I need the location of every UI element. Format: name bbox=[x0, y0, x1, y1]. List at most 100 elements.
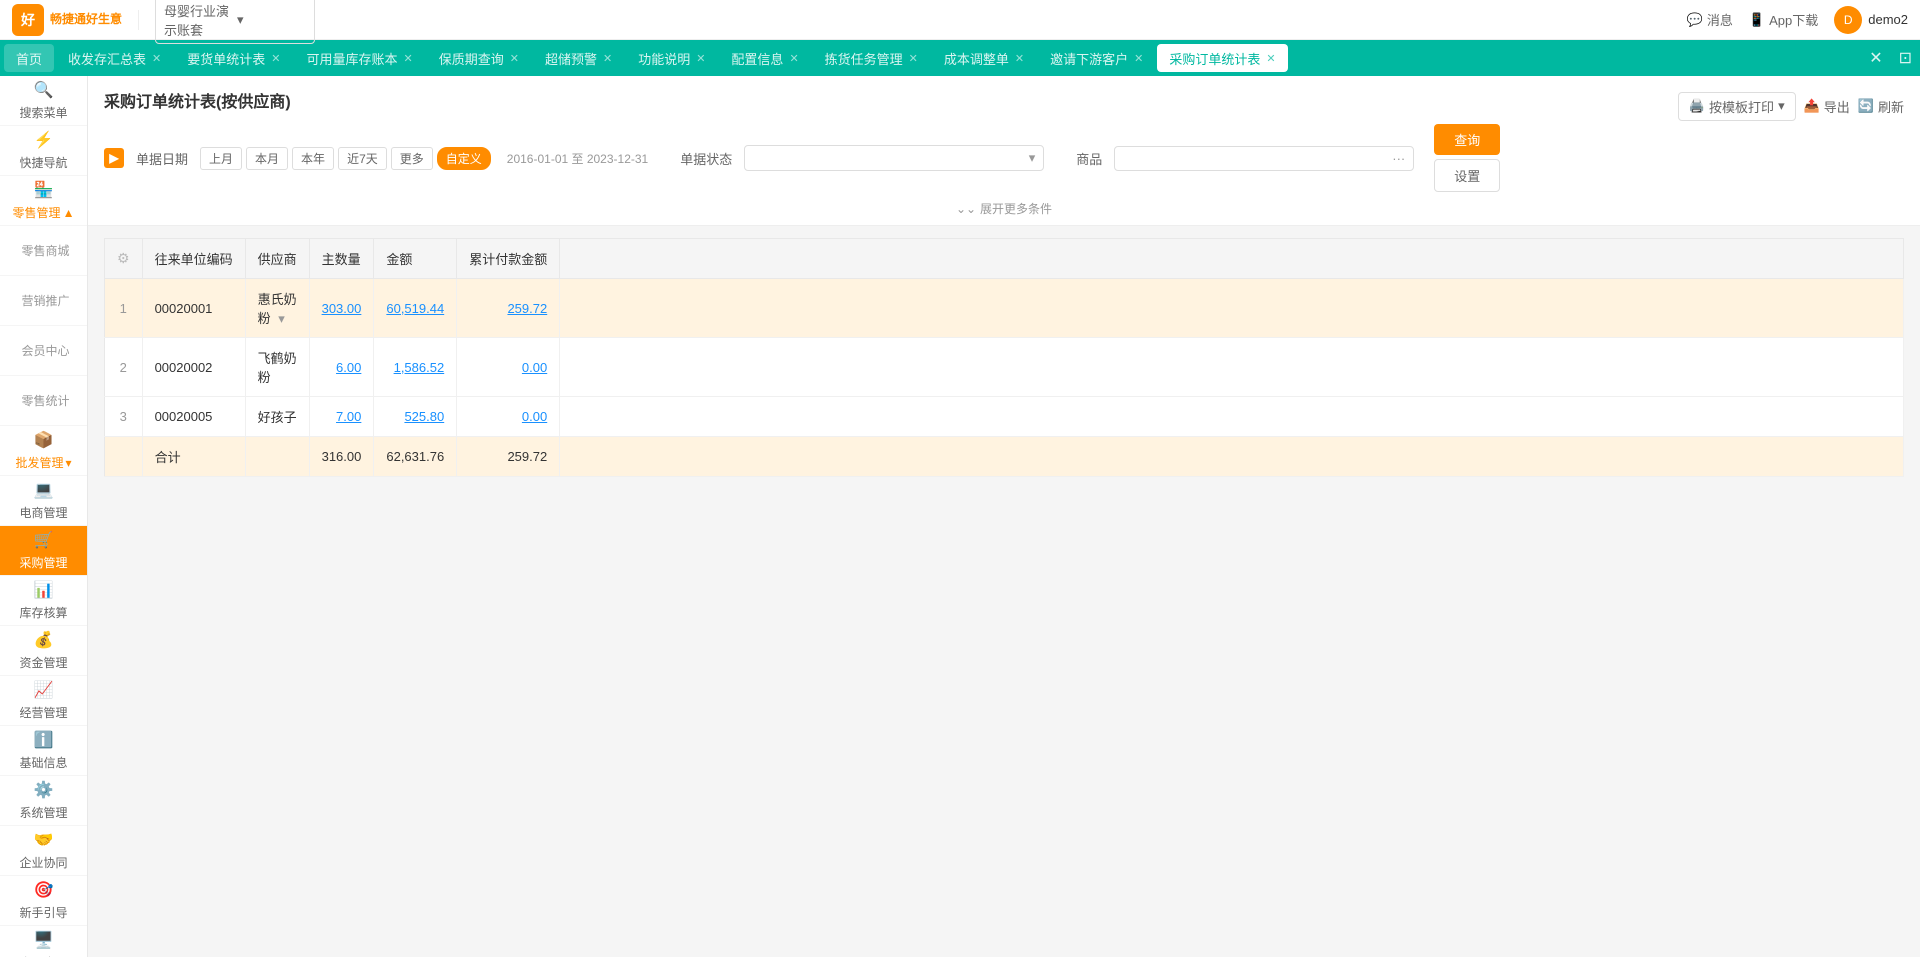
row-quantity[interactable]: 6.00 bbox=[309, 338, 374, 397]
row-quantity[interactable]: 303.00 bbox=[309, 279, 374, 338]
export-button[interactable]: 📤 导出 bbox=[1804, 97, 1850, 116]
app-download-label: App下载 bbox=[1769, 10, 1818, 29]
tab-6[interactable]: 功能说明 ✕ bbox=[626, 44, 717, 72]
tab-4[interactable]: 保质期查询 ✕ bbox=[427, 44, 531, 72]
sidebar-item-system[interactable]: ⚙️ 系统管理 bbox=[0, 776, 87, 826]
expand-more-btn[interactable]: ⌄⌄ 展开更多条件 bbox=[956, 200, 1052, 217]
row-amount[interactable]: 60,519.44 bbox=[374, 279, 457, 338]
tab-10-label: 邀请下游客户 bbox=[1050, 49, 1128, 68]
sidebar-item-retail-label: 零售管理 bbox=[13, 204, 61, 221]
sidebar-item-inventory[interactable]: 📊 库存核算 bbox=[0, 576, 87, 626]
inventory-icon: 📊 bbox=[34, 580, 54, 600]
tab-10[interactable]: 邀请下游客户 ✕ bbox=[1038, 44, 1155, 72]
date-btn-7days[interactable]: 近7天 bbox=[338, 147, 387, 170]
row-index: 3 bbox=[105, 397, 143, 437]
sidebar-item-finance[interactable]: 💰 资金管理 bbox=[0, 626, 87, 676]
date-btn-last-month[interactable]: 上月 bbox=[200, 147, 242, 170]
tab-1[interactable]: 收发存汇总表 ✕ bbox=[56, 44, 173, 72]
sidebar-item-app-center[interactable]: 🖥️ 应用中心 bbox=[0, 926, 87, 957]
sidebar-item-collab[interactable]: 🤝 企业协同 bbox=[0, 826, 87, 876]
row-paid[interactable]: 0.00 bbox=[457, 338, 560, 397]
tab-active-close[interactable]: ✕ bbox=[1266, 52, 1275, 65]
row-amount[interactable]: 1,586.52 bbox=[374, 338, 457, 397]
sidebar-item-marketing[interactable]: 营销推广 bbox=[0, 276, 87, 326]
status-select[interactable]: ▾ bbox=[744, 145, 1044, 171]
tab-2-close[interactable]: ✕ bbox=[271, 52, 280, 65]
row-amount[interactable]: 525.80 bbox=[374, 397, 457, 437]
row-index: 1 bbox=[105, 279, 143, 338]
print-icon: 🖨️ bbox=[1689, 98, 1705, 114]
finance-icon: 💰 bbox=[34, 630, 54, 650]
print-button[interactable]: 🖨️ 按模板打印 ▾ bbox=[1678, 92, 1796, 121]
tab-home[interactable]: 首页 bbox=[4, 44, 54, 72]
sidebar-item-member[interactable]: 会员中心 bbox=[0, 326, 87, 376]
sidebar-item-shortcut[interactable]: ⚡ 快捷导航 bbox=[0, 126, 87, 176]
sidebar-item-retail-stats[interactable]: 零售统计 bbox=[0, 376, 87, 426]
sidebar-item-search[interactable]: 🔍 搜索菜单 bbox=[0, 76, 87, 126]
row-code: 00020002 bbox=[142, 338, 245, 397]
download-icon: 📱 bbox=[1749, 12, 1765, 28]
status-dropdown-icon: ▾ bbox=[1029, 150, 1036, 166]
shortcut-icon: ⚡ bbox=[34, 130, 54, 150]
row-code: 00020005 bbox=[142, 397, 245, 437]
basic-info-icon: ℹ️ bbox=[34, 730, 54, 750]
user-area[interactable]: D demo2 bbox=[1834, 6, 1908, 34]
nav-close-btn[interactable]: ✕ bbox=[1865, 44, 1886, 72]
date-btn-this-month[interactable]: 本月 bbox=[246, 147, 288, 170]
sidebar-item-retail-mgmt[interactable]: 🏪 零售管理 ▲ bbox=[0, 176, 87, 226]
sidebar-item-collab-label: 企业协同 bbox=[19, 854, 67, 871]
user-avatar: D bbox=[1834, 6, 1862, 34]
row-paid[interactable]: 259.72 bbox=[457, 279, 560, 338]
expand-toggle-btn[interactable]: ▶ bbox=[104, 148, 124, 168]
nav-expand-btn[interactable]: ⊡ bbox=[1895, 44, 1916, 72]
message-action[interactable]: 💬 消息 bbox=[1687, 10, 1733, 29]
sidebar-item-wholesale[interactable]: 📦 批发管理 ▾ bbox=[0, 426, 87, 476]
tab-6-close[interactable]: ✕ bbox=[696, 52, 705, 65]
top-bar: 好 畅捷通好生意 母婴行业演示账套 ▾ 💬 消息 📱 App下载 D demo2 bbox=[0, 0, 1920, 40]
tab-4-close[interactable]: ✕ bbox=[510, 52, 519, 65]
refresh-button[interactable]: 🔄 刷新 bbox=[1858, 97, 1904, 116]
tab-7-close[interactable]: ✕ bbox=[789, 52, 798, 65]
tab-1-close[interactable]: ✕ bbox=[152, 52, 161, 65]
sidebar-item-basic-info[interactable]: ℹ️ 基础信息 bbox=[0, 726, 87, 776]
sidebar-item-operations[interactable]: 📈 经营管理 bbox=[0, 676, 87, 726]
tab-5[interactable]: 超储预警 ✕ bbox=[533, 44, 624, 72]
col-settings[interactable]: ⚙ bbox=[105, 239, 143, 279]
nav-tabs: 首页 收发存汇总表 ✕ 要货单统计表 ✕ 可用量库存账本 ✕ 保质期查询 ✕ 超… bbox=[0, 40, 1920, 76]
sidebar-item-retail-shop[interactable]: 零售商城 bbox=[0, 226, 87, 276]
tab-9-close[interactable]: ✕ bbox=[1015, 52, 1024, 65]
col-extra bbox=[560, 239, 1904, 279]
tab-home-label: 首页 bbox=[16, 49, 42, 68]
date-buttons: 上月 本月 本年 近7天 更多 自定义 bbox=[200, 147, 491, 170]
tab-5-close[interactable]: ✕ bbox=[603, 52, 612, 65]
row-quantity[interactable]: 7.00 bbox=[309, 397, 374, 437]
tab-active[interactable]: 采购订单统计表 ✕ bbox=[1157, 44, 1287, 72]
expand-icon: ⌄⌄ bbox=[956, 202, 976, 216]
sidebar-item-guide[interactable]: 🎯 新手引导 bbox=[0, 876, 87, 926]
settings-button[interactable]: 设置 bbox=[1434, 159, 1500, 192]
row-extra bbox=[560, 279, 1904, 338]
tab-3-close[interactable]: ✕ bbox=[404, 52, 413, 65]
app-download-action[interactable]: 📱 App下载 bbox=[1749, 10, 1818, 29]
tab-7[interactable]: 配置信息 ✕ bbox=[719, 44, 810, 72]
sidebar-item-ecommerce[interactable]: 💻 电商管理 bbox=[0, 476, 87, 526]
tab-8[interactable]: 拣货任务管理 ✕ bbox=[813, 44, 930, 72]
tab-3[interactable]: 可用量库存账本 ✕ bbox=[294, 44, 424, 72]
print-label: 按模板打印 bbox=[1709, 97, 1774, 116]
date-btn-custom[interactable]: 自定义 bbox=[437, 147, 491, 170]
date-btn-this-year[interactable]: 本年 bbox=[292, 147, 334, 170]
query-button[interactable]: 查询 bbox=[1434, 124, 1500, 155]
tab-2[interactable]: 要货单统计表 ✕ bbox=[175, 44, 292, 72]
row-expand-icon[interactable]: ▾ bbox=[278, 311, 285, 326]
tab-10-close[interactable]: ✕ bbox=[1134, 52, 1143, 65]
date-btn-more[interactable]: 更多 bbox=[391, 147, 433, 170]
sidebar-item-purchase[interactable]: 🛒 采购管理 bbox=[0, 526, 87, 576]
tab-9[interactable]: 成本调整单 ✕ bbox=[932, 44, 1036, 72]
row-paid[interactable]: 0.00 bbox=[457, 397, 560, 437]
tab-8-close[interactable]: ✕ bbox=[909, 52, 918, 65]
goods-input[interactable]: ··· bbox=[1114, 146, 1414, 171]
footer-extra bbox=[560, 437, 1904, 477]
sidebar-item-retail-stats-label: 零售统计 bbox=[21, 392, 69, 409]
workspace-selector[interactable]: 母婴行业演示账套 ▾ bbox=[155, 0, 315, 44]
sidebar-item-inventory-label: 库存核算 bbox=[19, 604, 67, 621]
